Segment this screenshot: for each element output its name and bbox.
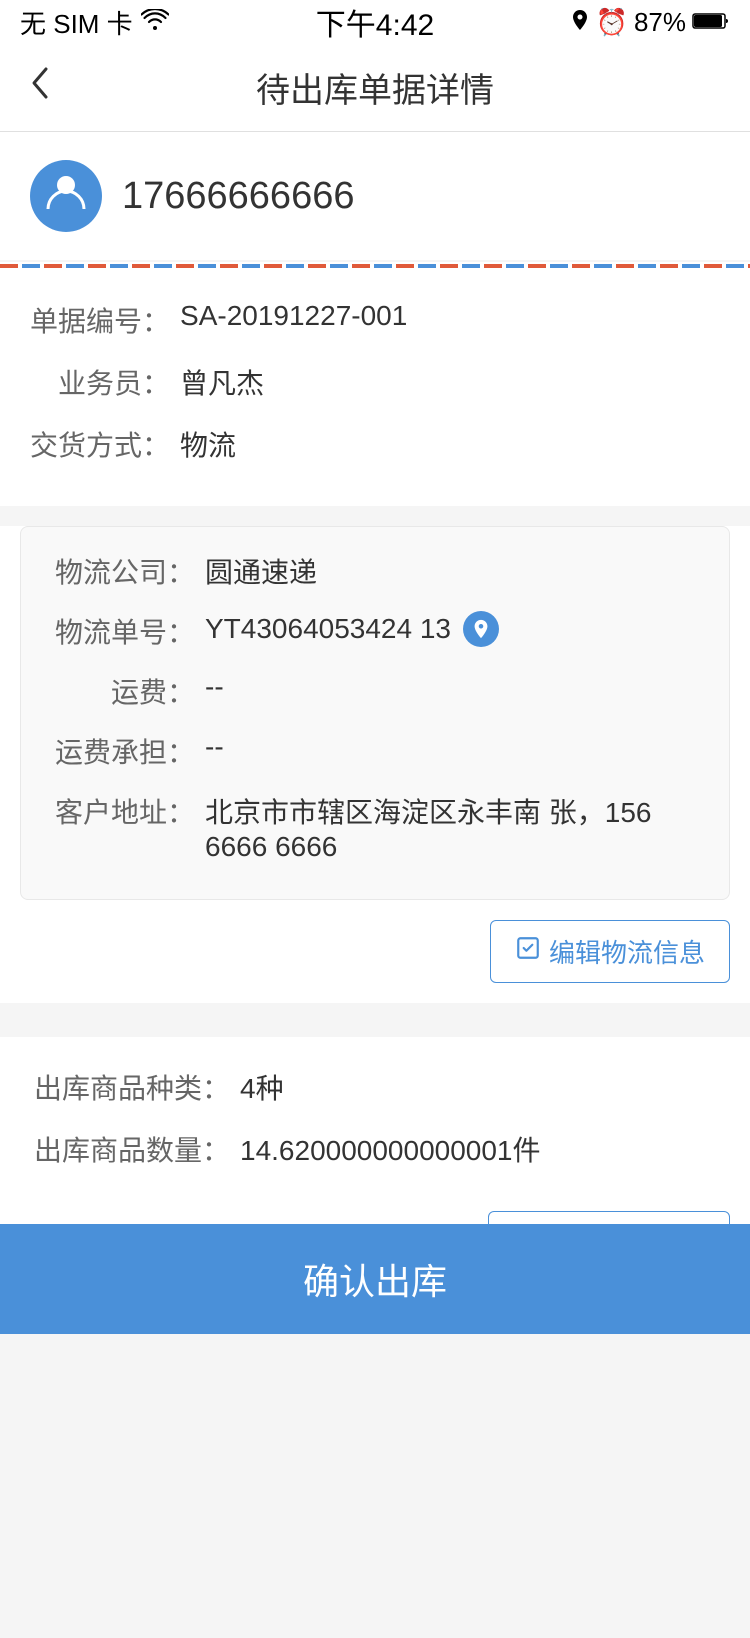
goods-types-row: 出库商品种类： 4种 [30, 1067, 720, 1107]
edit-icon [515, 935, 541, 968]
avatar [30, 160, 102, 232]
battery-icon [692, 7, 730, 38]
status-time: 下午4:42 [316, 0, 434, 44]
confirm-button-label: 确认出库 [303, 1253, 447, 1305]
edit-btn-row: 编辑物流信息 [0, 920, 750, 1003]
tracking-row: 物流单号： YT43064053424 13 [45, 611, 705, 651]
content: 17666666666 /* rendered via inline patte… [0, 132, 750, 1638]
section-gap-1 [0, 1003, 750, 1017]
wifi-icon [141, 7, 169, 38]
doc-no-row: 单据编号： SA-20191227-001 [30, 300, 720, 340]
nav-bar: 待出库单据详情 [0, 44, 750, 132]
user-icon [44, 169, 88, 223]
logistics-card: 物流公司： 圆通速递 物流单号： YT43064053424 13 运费： -- [20, 526, 730, 900]
goods-quantity-value: 14.620000000000001件 [240, 1129, 720, 1169]
delivery-value: 物流 [180, 424, 720, 464]
goods-quantity-row: 出库商品数量： 14.620000000000001件 [30, 1129, 720, 1169]
customer-phone: 17666666666 [122, 175, 354, 218]
order-info-section: 单据编号： SA-20191227-001 业务员： 曾凡杰 交货方式： 物流 [0, 270, 750, 506]
salesperson-value: 曾凡杰 [180, 362, 720, 402]
freight-bear-value: -- [205, 731, 705, 763]
address-row: 客户地址： 北京市市辖区海淀区永丰南 张，156 6666 6666 [45, 791, 705, 863]
salesperson-label: 业务员： [30, 362, 170, 402]
page-title: 待出库单据详情 [256, 63, 494, 112]
freight-bear-row: 运费承担： -- [45, 731, 705, 771]
edit-logistics-button[interactable]: 编辑物流信息 [490, 920, 730, 983]
delivery-label: 交货方式： [30, 424, 170, 464]
freight-value: -- [205, 671, 705, 703]
goods-types-label: 出库商品种类： [30, 1067, 230, 1107]
carrier-label: 无 SIM 卡 [20, 4, 133, 41]
battery-label: 87% [634, 7, 686, 38]
location-status-icon [570, 7, 590, 38]
status-right: ⏰ 87% [570, 7, 730, 38]
alarm-status-icon: ⏰ [596, 7, 628, 38]
goods-section: 出库商品种类： 4种 出库商品数量： 14.620000000000001件 [0, 1037, 750, 1211]
address-label: 客户地址： [45, 791, 195, 831]
address-value: 北京市市辖区海淀区永丰南 张，156 6666 6666 [205, 791, 705, 863]
delivery-row: 交货方式： 物流 [30, 424, 720, 464]
freight-label: 运费： [45, 671, 195, 711]
tracking-value-row: YT43064053424 13 [205, 611, 705, 647]
freight-row: 运费： -- [45, 671, 705, 711]
doc-no-label: 单据编号： [30, 300, 170, 340]
company-row: 物流公司： 圆通速递 [45, 551, 705, 591]
company-value: 圆通速递 [205, 551, 705, 591]
status-left: 无 SIM 卡 [20, 4, 169, 41]
goods-quantity-label: 出库商品数量： [30, 1129, 230, 1169]
back-button[interactable] [28, 65, 52, 110]
dashed-divider: /* rendered via inline pattern */ [0, 262, 750, 270]
freight-bear-label: 运费承担： [45, 731, 195, 771]
doc-no-value: SA-20191227-001 [180, 300, 720, 332]
tracking-number: YT43064053424 13 [205, 613, 451, 645]
status-bar: 无 SIM 卡 下午4:42 ⏰ 87% [0, 0, 750, 44]
customer-card: 17666666666 [0, 132, 750, 260]
salesperson-row: 业务员： 曾凡杰 [30, 362, 720, 402]
confirm-bar[interactable]: 确认出库 [0, 1224, 750, 1334]
location-track-button[interactable] [463, 611, 499, 647]
edit-btn-label: 编辑物流信息 [549, 933, 705, 970]
tracking-label: 物流单号： [45, 611, 195, 651]
logistics-wrapper: 物流公司： 圆通速递 物流单号： YT43064053424 13 运费： -- [0, 526, 750, 1003]
goods-types-value: 4种 [240, 1067, 720, 1107]
company-label: 物流公司： [45, 551, 195, 591]
